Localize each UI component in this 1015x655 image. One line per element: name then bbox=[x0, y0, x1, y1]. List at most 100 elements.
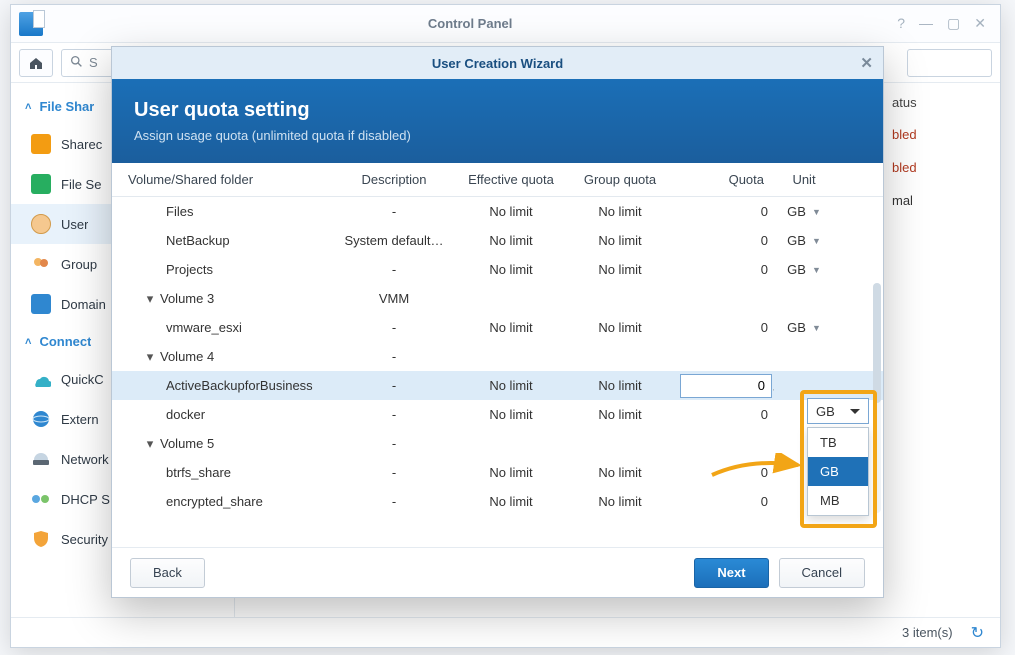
table-group-row[interactable]: ▾Volume 4- bbox=[112, 342, 883, 371]
cell-quota[interactable]: 0 bbox=[674, 465, 774, 480]
table-row[interactable]: encrypted_share-No limitNo limit0 bbox=[112, 487, 883, 516]
cell-volume: vmware_esxi bbox=[122, 320, 332, 335]
window-help-icon[interactable]: ? bbox=[897, 15, 905, 32]
cell-description: - bbox=[332, 407, 456, 422]
table-scrollbar[interactable] bbox=[873, 283, 881, 513]
window-title: Control Panel bbox=[43, 16, 897, 31]
cell-group-quota: No limit bbox=[566, 465, 674, 480]
table-row[interactable]: docker-No limitNo limit0 bbox=[112, 400, 883, 429]
app-icon bbox=[19, 12, 43, 36]
column-header-status: atus bbox=[892, 95, 972, 110]
col-unit[interactable]: Unit bbox=[774, 172, 834, 187]
modal-close-button[interactable]: ✕ bbox=[860, 54, 873, 72]
cell-group-quota: No limit bbox=[566, 320, 674, 335]
cell-description: - bbox=[332, 349, 456, 364]
shield-icon bbox=[31, 529, 51, 549]
cell-quota[interactable]: 0 bbox=[674, 204, 774, 219]
cell-volume: Projects bbox=[122, 262, 332, 277]
cell-quota[interactable]: 0 bbox=[674, 233, 774, 248]
scrollbar-thumb[interactable] bbox=[873, 283, 881, 403]
cell-unit[interactable]: GB▼ bbox=[774, 233, 834, 248]
window-titlebar: Control Panel ? — ▢ ✕ bbox=[11, 5, 1000, 43]
reload-button[interactable]: ↻ bbox=[971, 623, 984, 643]
cancel-button[interactable]: Cancel bbox=[779, 558, 865, 588]
dhcp-icon bbox=[31, 489, 51, 509]
home-icon bbox=[28, 55, 44, 71]
back-button[interactable]: Back bbox=[130, 558, 205, 588]
cell-volume: ▾ Volume 5 bbox=[122, 436, 332, 452]
expand-caret-icon[interactable]: ▾ bbox=[144, 291, 156, 307]
cell-volume: docker bbox=[122, 407, 332, 422]
unit-option-gb[interactable]: GB bbox=[808, 457, 868, 486]
cell-quota[interactable]: 0 bbox=[674, 407, 774, 422]
volume-name: Projects bbox=[166, 262, 213, 277]
unit-option-tb[interactable]: TB bbox=[808, 428, 868, 457]
col-effective-quota[interactable]: Effective quota bbox=[456, 172, 566, 187]
status-column-values: bled bled mal bbox=[892, 127, 972, 208]
cloud-icon bbox=[31, 369, 51, 389]
cell-description: - bbox=[332, 320, 456, 335]
volume-name: Volume 5 bbox=[160, 436, 214, 451]
cell-effective-quota: No limit bbox=[456, 204, 566, 219]
cell-quota[interactable]: 0 bbox=[674, 494, 774, 509]
col-quota[interactable]: Quota bbox=[674, 172, 774, 187]
volume-name: docker bbox=[166, 407, 205, 422]
volume-name: NetBackup bbox=[166, 233, 230, 248]
wizard-subheading: Assign usage quota (unlimited quota if d… bbox=[134, 128, 861, 143]
file-service-icon bbox=[31, 174, 51, 194]
table-group-row[interactable]: ▾Volume 3VMM bbox=[112, 284, 883, 313]
col-volume[interactable]: Volume/Shared folder bbox=[122, 172, 332, 187]
table-row[interactable]: Files-No limitNo limit0GB▼ bbox=[112, 197, 883, 226]
cell-unit[interactable]: GB▼ bbox=[774, 204, 834, 219]
wizard-heading: User quota setting bbox=[134, 99, 861, 122]
modal-footer: Back Next Cancel bbox=[112, 547, 883, 597]
cell-quota[interactable]: 0 bbox=[674, 262, 774, 277]
cell-description: - bbox=[332, 378, 456, 393]
modal-titlebar: User Creation Wizard ✕ bbox=[112, 47, 883, 79]
table-row[interactable]: vmware_esxi-No limitNo limit0GB▼ bbox=[112, 313, 883, 342]
cell-effective-quota: No limit bbox=[456, 465, 566, 480]
statusbar: 3 item(s) ↻ bbox=[11, 617, 1000, 647]
cell-volume: ▾ Volume 3 bbox=[122, 291, 332, 307]
cell-description: - bbox=[332, 465, 456, 480]
status-value: bled bbox=[892, 127, 972, 142]
group-icon bbox=[31, 254, 51, 274]
unit-select-button[interactable]: GB bbox=[807, 398, 869, 424]
table-row[interactable]: Projects-No limitNo limit0GB▼ bbox=[112, 255, 883, 284]
col-description[interactable]: Description bbox=[332, 172, 456, 187]
expand-caret-icon[interactable]: ▾ bbox=[144, 436, 156, 452]
cell-volume: ActiveBackupforBusiness bbox=[122, 378, 332, 393]
table-row[interactable]: ActiveBackupforBusiness-No limitNo limit bbox=[112, 371, 883, 400]
next-button[interactable]: Next bbox=[694, 558, 768, 588]
window-minimize-icon[interactable]: — bbox=[919, 15, 933, 32]
expand-caret-icon[interactable]: ▾ bbox=[144, 349, 156, 365]
folder-share-icon bbox=[31, 134, 51, 154]
chevron-down-icon bbox=[850, 409, 860, 419]
volume-name: Volume 3 bbox=[160, 291, 214, 306]
table-row[interactable]: btrfs_share-No limitNo limit0 bbox=[112, 458, 883, 487]
volume-name: vmware_esxi bbox=[166, 320, 242, 335]
cell-quota bbox=[674, 374, 774, 398]
window-maximize-icon[interactable]: ▢ bbox=[947, 15, 960, 32]
search-icon bbox=[70, 55, 83, 71]
col-group-quota[interactable]: Group quota bbox=[566, 172, 674, 187]
cell-group-quota: No limit bbox=[566, 494, 674, 509]
cell-description: System default… bbox=[332, 233, 456, 248]
filter-field[interactable] bbox=[907, 49, 992, 77]
search-placeholder: S bbox=[89, 55, 98, 70]
table-row[interactable]: NetBackupSystem default…No limitNo limit… bbox=[112, 226, 883, 255]
quota-input[interactable] bbox=[680, 374, 772, 398]
cell-description: - bbox=[332, 436, 456, 451]
unit-option-mb[interactable]: MB bbox=[808, 486, 868, 515]
cell-volume: Files bbox=[122, 204, 332, 219]
cell-unit[interactable]: GB▼ bbox=[774, 262, 834, 277]
window-close-icon[interactable]: ✕ bbox=[974, 15, 986, 32]
home-button[interactable] bbox=[19, 49, 53, 77]
table-group-row[interactable]: ▾ Volume 5 - bbox=[112, 429, 883, 458]
cell-description: - bbox=[332, 262, 456, 277]
volume-name: Files bbox=[166, 204, 193, 219]
volume-name: encrypted_share bbox=[166, 494, 263, 509]
cell-quota[interactable]: 0 bbox=[674, 320, 774, 335]
cell-unit[interactable]: GB▼ bbox=[774, 320, 834, 335]
user-creation-wizard-modal: User Creation Wizard ✕ User quota settin… bbox=[111, 46, 884, 598]
